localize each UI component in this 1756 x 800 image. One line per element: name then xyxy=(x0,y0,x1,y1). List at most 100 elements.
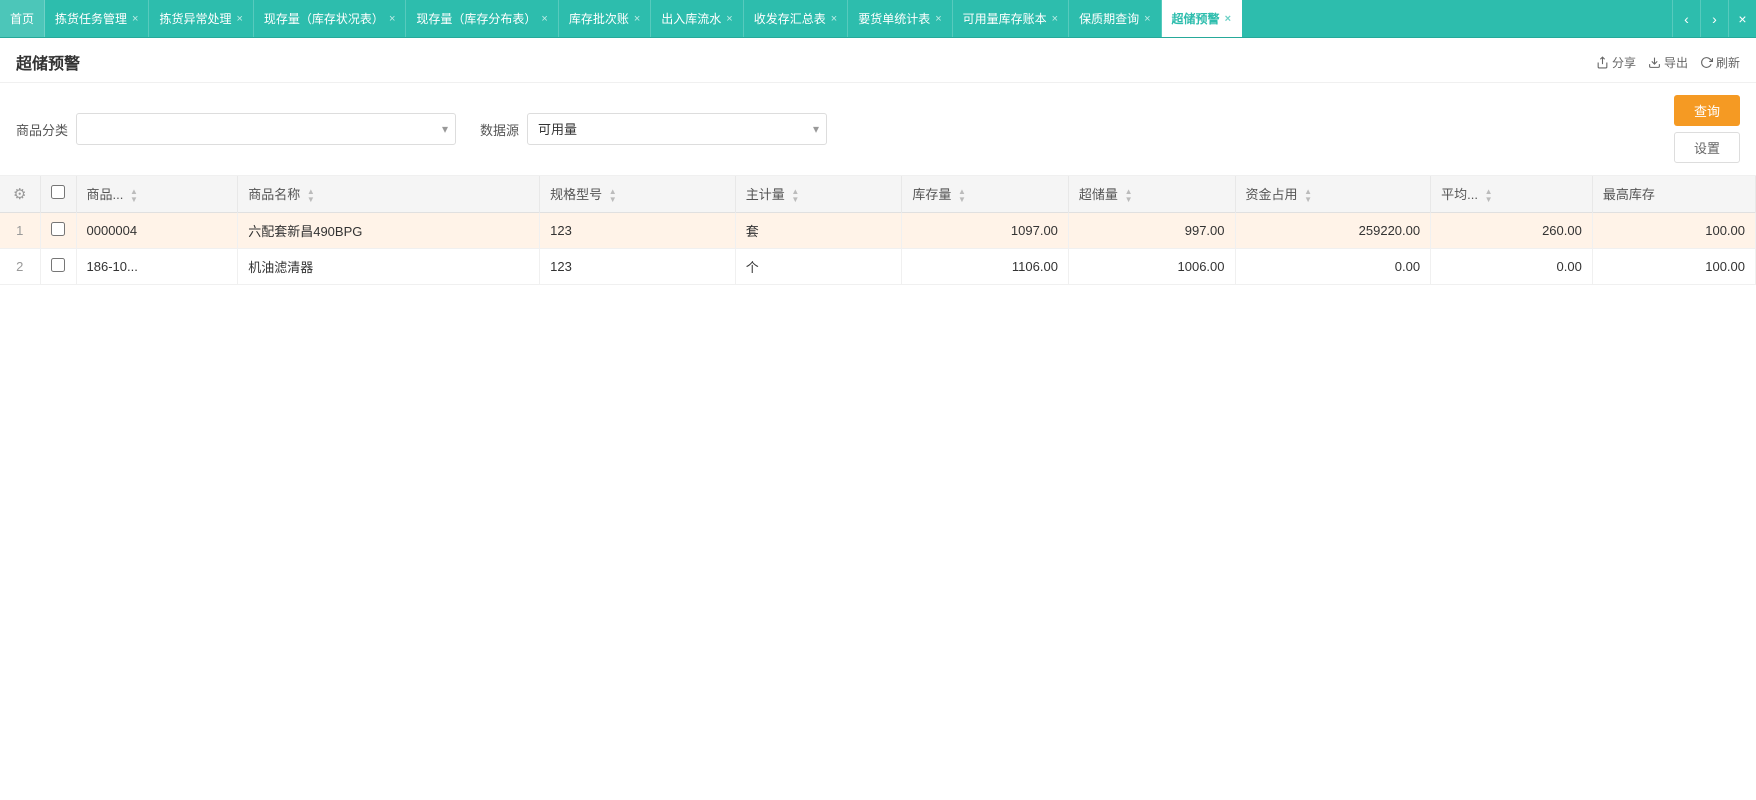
refresh-icon xyxy=(1700,56,1713,69)
share-button[interactable]: 分享 xyxy=(1596,54,1636,71)
nav-next-button[interactable]: › xyxy=(1700,0,1728,38)
cell-over-stock: 997.00 xyxy=(1068,212,1235,248)
sort-icon[interactable]: ▲▼ xyxy=(1304,188,1312,204)
cell-spec: 123 xyxy=(540,248,736,284)
category-label: 商品分类 xyxy=(16,120,68,139)
col-unit: 主计量 ▲▼ xyxy=(735,176,902,212)
top-navigation: 首页 拣货任务管理 × 拣货异常处理 × 现存量（库存状况表） × 现存量（库存… xyxy=(0,0,1756,38)
export-icon xyxy=(1648,56,1661,69)
header-actions: 分享 导出 刷新 xyxy=(1596,54,1740,71)
cell-product-code: 186-10... xyxy=(76,248,238,284)
tab-overstock-warning[interactable]: 超储预警 × xyxy=(1162,0,1242,38)
tab-current-stock-status[interactable]: 现存量（库存状况表） × xyxy=(254,0,406,38)
table-row: 1 0000004 六配套新昌490BPG 123 套 1097.00 997.… xyxy=(0,212,1756,248)
cell-capital: 0.00 xyxy=(1235,248,1431,284)
close-icon[interactable]: × xyxy=(1144,13,1150,25)
refresh-button[interactable]: 刷新 xyxy=(1700,54,1740,71)
tab-stock-batch[interactable]: 库存批次账 × xyxy=(559,0,651,38)
filter-area: 商品分类 ▾ 数据源 可用量 库存量 ▾ 查询 设置 xyxy=(0,83,1756,176)
page-header: 超储预警 分享 导出 刷新 xyxy=(0,38,1756,83)
sort-icon[interactable]: ▲▼ xyxy=(609,188,617,204)
select-all-checkbox[interactable] xyxy=(51,185,65,199)
table-row: 2 186-10... 机油滤清器 123 个 1106.00 1006.00 … xyxy=(0,248,1756,284)
close-icon[interactable]: × xyxy=(389,13,395,25)
row-checkbox[interactable] xyxy=(51,222,65,236)
sort-icon[interactable]: ▲▼ xyxy=(1125,188,1133,204)
close-icon[interactable]: × xyxy=(935,13,941,25)
row-checkbox-cell[interactable] xyxy=(40,212,76,248)
cell-unit: 个 xyxy=(735,248,902,284)
row-number: 2 xyxy=(0,248,40,284)
close-icon[interactable]: × xyxy=(132,13,138,25)
cell-product-name: 六配套新昌490BPG xyxy=(238,212,540,248)
cell-stock: 1106.00 xyxy=(902,248,1069,284)
filter-buttons: 查询 设置 xyxy=(1674,95,1740,163)
tab-pick-task[interactable]: 拣货任务管理 × xyxy=(45,0,149,38)
tab-current-stock-dist[interactable]: 现存量（库存分布表） × xyxy=(406,0,558,38)
page-title: 超储预警 xyxy=(16,50,80,74)
share-icon xyxy=(1596,56,1609,69)
datasource-filter-group: 数据源 可用量 库存量 ▾ xyxy=(480,113,827,145)
col-capital: 资金占用 ▲▼ xyxy=(1235,176,1431,212)
cell-stock: 1097.00 xyxy=(902,212,1069,248)
tab-order-stats[interactable]: 要货单统计表 × xyxy=(848,0,952,38)
cell-max-stock: 100.00 xyxy=(1592,212,1755,248)
close-icon[interactable]: × xyxy=(541,13,547,25)
tab-shelf-life[interactable]: 保质期查询 × xyxy=(1069,0,1161,38)
close-icon[interactable]: × xyxy=(831,13,837,25)
cell-max-stock: 100.00 xyxy=(1592,248,1755,284)
cell-unit: 套 xyxy=(735,212,902,248)
col-spec: 规格型号 ▲▼ xyxy=(540,176,736,212)
table-header-row: ⚙ 商品... ▲▼ 商品名称 ▲▼ 规格型号 ▲▼ xyxy=(0,176,1756,212)
cell-product-name: 机油滤清器 xyxy=(238,248,540,284)
sort-icon[interactable]: ▲▼ xyxy=(307,188,315,204)
tab-pick-exception[interactable]: 拣货异常处理 × xyxy=(149,0,253,38)
nav-prev-button[interactable]: ‹ xyxy=(1672,0,1700,38)
checkbox-header[interactable] xyxy=(40,176,76,212)
query-button[interactable]: 查询 xyxy=(1674,95,1740,126)
nav-arrows: ‹ › × xyxy=(1672,0,1756,38)
table-container: ⚙ 商品... ▲▼ 商品名称 ▲▼ 规格型号 ▲▼ xyxy=(0,176,1756,285)
col-product-name: 商品名称 ▲▼ xyxy=(238,176,540,212)
close-icon[interactable]: × xyxy=(1225,13,1231,25)
sort-icon[interactable]: ▲▼ xyxy=(958,188,966,204)
sort-icon[interactable]: ▲▼ xyxy=(791,188,799,204)
data-table: ⚙ 商品... ▲▼ 商品名称 ▲▼ 规格型号 ▲▼ xyxy=(0,176,1756,285)
close-icon[interactable]: × xyxy=(634,13,640,25)
category-select[interactable] xyxy=(76,113,456,145)
col-max-stock: 最高库存 xyxy=(1592,176,1755,212)
tab-available-stock[interactable]: 可用量库存账本 × xyxy=(953,0,1069,38)
cell-product-code: 0000004 xyxy=(76,212,238,248)
gear-icon[interactable]: ⚙ xyxy=(13,186,26,203)
settings-button[interactable]: 设置 xyxy=(1674,132,1740,163)
tab-in-out-flow[interactable]: 出入库流水 × xyxy=(651,0,743,38)
col-stock: 库存量 ▲▼ xyxy=(902,176,1069,212)
col-avg: 平均... ▲▼ xyxy=(1431,176,1593,212)
col-over-stock: 超储量 ▲▼ xyxy=(1068,176,1235,212)
row-checkbox-cell[interactable] xyxy=(40,248,76,284)
cell-avg: 260.00 xyxy=(1431,212,1593,248)
category-select-wrapper: ▾ xyxy=(76,113,456,145)
main-content: 超储预警 分享 导出 刷新 商品 xyxy=(0,38,1756,800)
row-number: 1 xyxy=(0,212,40,248)
col-product-code: 商品... ▲▼ xyxy=(76,176,238,212)
category-filter-group: 商品分类 ▾ xyxy=(16,113,456,145)
datasource-select[interactable]: 可用量 库存量 xyxy=(527,113,827,145)
gear-header[interactable]: ⚙ xyxy=(0,176,40,212)
cell-avg: 0.00 xyxy=(1431,248,1593,284)
datasource-select-wrapper: 可用量 库存量 ▾ xyxy=(527,113,827,145)
close-icon[interactable]: × xyxy=(1052,13,1058,25)
row-checkbox[interactable] xyxy=(51,258,65,272)
datasource-label: 数据源 xyxy=(480,120,519,139)
close-icon[interactable]: × xyxy=(236,13,242,25)
tab-receive-send[interactable]: 收发存汇总表 × xyxy=(744,0,848,38)
export-button[interactable]: 导出 xyxy=(1648,54,1688,71)
sort-icon[interactable]: ▲▼ xyxy=(1485,188,1493,204)
sort-icon[interactable]: ▲▼ xyxy=(130,188,138,204)
cell-capital: 259220.00 xyxy=(1235,212,1431,248)
close-icon[interactable]: × xyxy=(726,13,732,25)
nav-close-button[interactable]: × xyxy=(1728,0,1756,38)
cell-spec: 123 xyxy=(540,212,736,248)
tab-home[interactable]: 首页 xyxy=(0,0,45,38)
cell-over-stock: 1006.00 xyxy=(1068,248,1235,284)
